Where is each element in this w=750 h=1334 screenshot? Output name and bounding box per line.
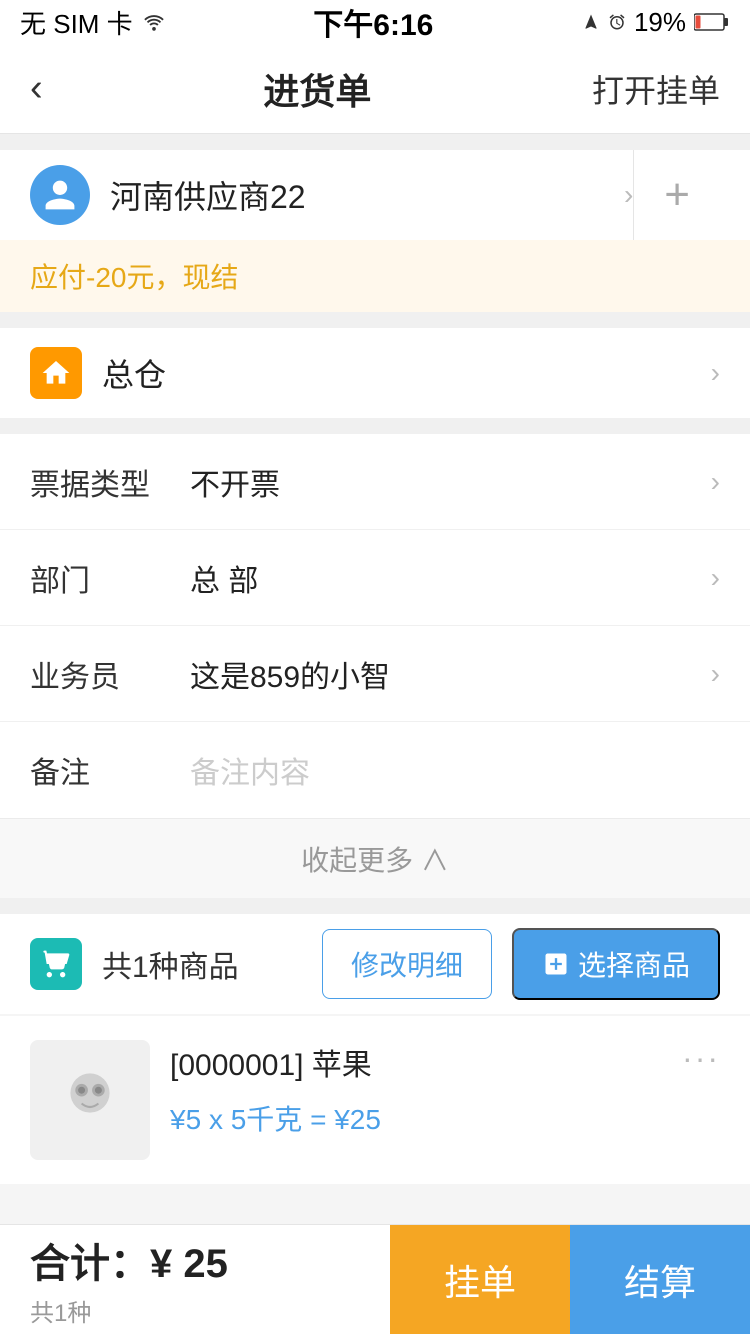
department-value: 总 部 xyxy=(190,556,701,600)
salesperson-value: 这是859的小智 xyxy=(190,652,701,696)
more-options-button[interactable]: ··· xyxy=(682,1040,720,1077)
status-bar: 无 SIM 卡 下午6:16 19% xyxy=(0,0,750,44)
warehouse-name: 总仓 xyxy=(102,350,701,396)
product-header: 共1种商品 修改明细 选择商品 xyxy=(0,914,750,1014)
notice-bar: 应付-20元，现结 xyxy=(0,240,750,312)
invoice-value: 不开票 xyxy=(190,460,701,504)
form-section: 票据类型 不开票 › 部门 总 部 › 业务员 这是859的小智 › 备注 备注… xyxy=(0,434,750,818)
battery-text: 19% xyxy=(634,7,686,38)
checkout-button[interactable]: 结算 xyxy=(570,1225,750,1334)
divider-2 xyxy=(0,312,750,328)
product-count: 共1种商品 xyxy=(102,942,302,986)
select-product-button[interactable]: 选择商品 xyxy=(512,928,720,1000)
remark-value: 备注内容 xyxy=(190,748,720,792)
remark-label: 备注 xyxy=(30,748,170,792)
product-code: [0000001] xyxy=(170,1049,312,1082)
remark-row[interactable]: 备注 备注内容 xyxy=(0,722,750,818)
total-sub: 共1种 xyxy=(30,1293,360,1328)
product-thumbnail xyxy=(30,1040,150,1160)
edit-detail-button[interactable]: 修改明细 xyxy=(322,929,492,999)
collapse-label: 收起更多 ∧ xyxy=(301,839,449,879)
invoice-chevron-icon: › xyxy=(711,466,720,498)
wifi-icon xyxy=(143,7,165,38)
pending-button[interactable]: 挂单 xyxy=(390,1225,570,1334)
total-label: 合计： xyxy=(30,1242,150,1286)
total-amount: ¥ 25 xyxy=(150,1242,228,1286)
carrier-text: 无 SIM 卡 xyxy=(20,4,133,41)
salesperson-chevron-icon: › xyxy=(711,658,720,690)
invoice-row[interactable]: 票据类型 不开票 › xyxy=(0,434,750,530)
supplier-avatar xyxy=(30,165,90,225)
supplier-row[interactable]: 河南供应商22 › xyxy=(30,150,634,240)
status-time: 下午6:16 xyxy=(313,0,433,44)
product-item: [0000001] 苹果 ¥5 x 5千克 = ¥25 ··· xyxy=(0,1016,750,1184)
notice-text: 应付-20元，现结 xyxy=(30,262,238,293)
department-chevron-icon: › xyxy=(711,562,720,594)
department-row[interactable]: 部门 总 部 › xyxy=(0,530,750,626)
location-icon xyxy=(582,7,600,38)
supplier-name: 河南供应商22 xyxy=(110,172,614,218)
open-pending-button[interactable]: 打开挂单 xyxy=(592,66,720,112)
bottom-bar: 合计：¥ 25 共1种 挂单 结算 xyxy=(0,1224,750,1334)
page-title: 进货单 xyxy=(263,63,371,115)
battery-icon xyxy=(694,7,730,38)
divider-3 xyxy=(0,418,750,434)
warehouse-chevron-icon: › xyxy=(711,357,720,389)
department-label: 部门 xyxy=(30,556,170,600)
invoice-label: 票据类型 xyxy=(30,460,170,504)
divider-4 xyxy=(0,898,750,914)
total-main: 合计：¥ 25 xyxy=(30,1231,360,1289)
supplier-section: 河南供应商22 › + xyxy=(0,150,750,240)
warehouse-section[interactable]: 总仓 › xyxy=(0,328,750,418)
supplier-chevron-icon: › xyxy=(624,179,633,211)
salesperson-row[interactable]: 业务员 这是859的小智 › xyxy=(0,626,750,722)
total-section: 合计：¥ 25 共1种 xyxy=(0,1225,390,1334)
status-right: 19% xyxy=(582,7,730,38)
product-header-icon xyxy=(30,938,82,990)
nav-bar: ‹ 进货单 打开挂单 xyxy=(0,44,750,134)
select-product-label: 选择商品 xyxy=(578,944,690,984)
product-name: [0000001] 苹果 xyxy=(170,1040,662,1084)
divider-1 xyxy=(0,134,750,150)
add-supplier-button[interactable]: + xyxy=(634,150,720,240)
product-price: ¥5 x 5千克 = ¥25 xyxy=(170,1098,662,1138)
status-left: 无 SIM 卡 xyxy=(20,4,165,41)
back-button[interactable]: ‹ xyxy=(30,67,43,110)
salesperson-label: 业务员 xyxy=(30,652,170,696)
collapse-bar[interactable]: 收起更多 ∧ xyxy=(0,818,750,898)
warehouse-icon xyxy=(30,347,82,399)
product-info: [0000001] 苹果 ¥5 x 5千克 = ¥25 xyxy=(170,1040,662,1138)
alarm-icon xyxy=(608,7,626,38)
